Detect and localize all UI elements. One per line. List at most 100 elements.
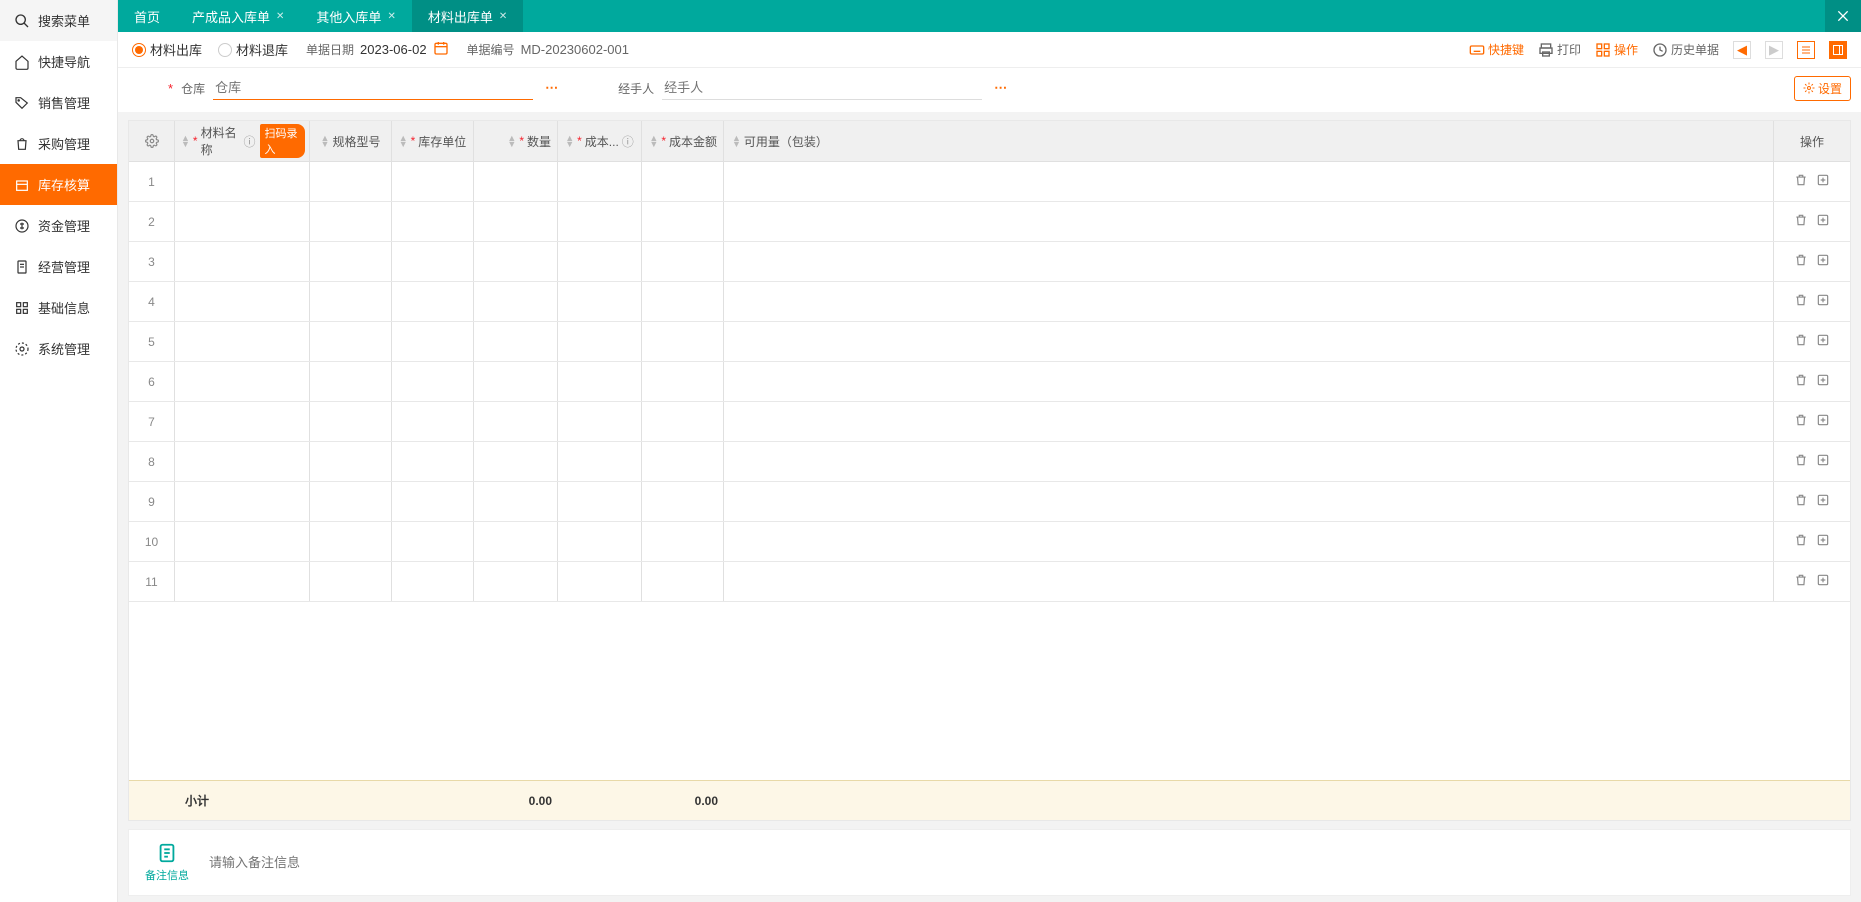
tabs-close-all-button[interactable] [1825,0,1861,32]
amount-header[interactable]: ▲▼ * 成本金额 [642,121,724,161]
spec-header[interactable]: ▲▼ 规格型号 [310,121,392,161]
cell-qty[interactable] [474,522,558,561]
add-row-icon[interactable] [1816,533,1830,550]
cell-qty[interactable] [474,322,558,361]
cell-amount[interactable] [642,322,724,361]
delete-row-icon[interactable] [1794,493,1808,510]
cell-cost[interactable] [558,442,642,481]
cell-cost[interactable] [558,482,642,521]
table-row[interactable]: 6 [129,362,1850,402]
cell-avail[interactable] [724,162,1774,201]
cell-cost[interactable] [558,402,642,441]
sidebar-item-1[interactable]: 销售管理 [0,82,117,123]
tab-2[interactable]: 其他入库单✕ [300,0,411,32]
sidebar-item-6[interactable]: 基础信息 [0,287,117,328]
cell-avail[interactable] [724,362,1774,401]
table-row[interactable]: 4 [129,282,1850,322]
add-row-icon[interactable] [1816,493,1830,510]
cell-name[interactable] [175,242,310,281]
delete-row-icon[interactable] [1794,413,1808,430]
add-row-icon[interactable] [1816,213,1830,230]
sidebar-item-5[interactable]: 经营管理 [0,246,117,287]
cell-spec[interactable] [310,442,392,481]
panel-button[interactable] [1829,41,1847,59]
delete-row-icon[interactable] [1794,573,1808,590]
cell-name[interactable] [175,562,310,601]
handler-input[interactable] [662,76,982,100]
delete-row-icon[interactable] [1794,333,1808,350]
cell-qty[interactable] [474,202,558,241]
cell-name[interactable] [175,482,310,521]
cell-avail[interactable] [724,202,1774,241]
tab-1[interactable]: 产成品入库单✕ [176,0,300,32]
help-icon[interactable]: ⓘ [243,133,255,150]
cell-unit[interactable] [392,282,474,321]
cell-avail[interactable] [724,402,1774,441]
table-row[interactable]: 2 [129,202,1850,242]
table-row[interactable]: 7 [129,402,1850,442]
cell-cost[interactable] [558,522,642,561]
unit-header[interactable]: ▲▼ * 库存单位 [392,121,474,161]
delete-row-icon[interactable] [1794,293,1808,310]
doc-date-field[interactable]: 单据日期 2023-06-02 [306,40,449,59]
cell-unit[interactable] [392,242,474,281]
table-row[interactable]: 10 [129,522,1850,562]
sort-icon[interactable]: ▲▼ [399,135,408,147]
scan-badge[interactable]: 扫码录入 [260,124,305,158]
cell-spec[interactable] [310,202,392,241]
remark-input[interactable] [209,855,1834,870]
cell-qty[interactable] [474,442,558,481]
cell-unit[interactable] [392,442,474,481]
cell-amount[interactable] [642,362,724,401]
cell-qty[interactable] [474,282,558,321]
warehouse-input[interactable] [213,76,533,100]
table-row[interactable]: 1 [129,162,1850,202]
delete-row-icon[interactable] [1794,213,1808,230]
sidebar-item-0[interactable]: 快捷导航 [0,41,117,82]
cell-spec[interactable] [310,362,392,401]
tab-close-icon[interactable]: ✕ [276,11,284,22]
cell-amount[interactable] [642,282,724,321]
cell-qty[interactable] [474,562,558,601]
gear-column-header[interactable] [129,121,175,161]
sort-icon[interactable]: ▲▼ [507,135,516,147]
cell-amount[interactable] [642,402,724,441]
cell-name[interactable] [175,362,310,401]
available-header[interactable]: ▲▼ 可用量（包装） [724,121,1774,161]
cell-avail[interactable] [724,482,1774,521]
qty-header[interactable]: ▲▼ * 数量 [474,121,558,161]
cell-cost[interactable] [558,242,642,281]
tab-3[interactable]: 材料出库单✕ [412,0,523,32]
cell-name[interactable] [175,162,310,201]
help-icon[interactable]: ⓘ [622,133,634,150]
cell-avail[interactable] [724,562,1774,601]
operate-link[interactable]: 操作 [1595,41,1638,58]
cell-name[interactable] [175,322,310,361]
cell-avail[interactable] [724,322,1774,361]
cell-avail[interactable] [724,522,1774,561]
table-row[interactable]: 9 [129,482,1850,522]
add-row-icon[interactable] [1816,173,1830,190]
sidebar-item-3[interactable]: 库存核算 [0,164,117,205]
sidebar-item-2[interactable]: 采购管理 [0,123,117,164]
sidebar-item-7[interactable]: 系统管理 [0,328,117,369]
cell-unit[interactable] [392,162,474,201]
print-link[interactable]: 打印 [1538,41,1581,58]
sort-icon[interactable]: ▲▼ [565,135,574,147]
cell-spec[interactable] [310,282,392,321]
cell-unit[interactable] [392,322,474,361]
tab-close-icon[interactable]: ✕ [499,11,507,22]
cell-name[interactable] [175,522,310,561]
table-row[interactable]: 8 [129,442,1850,482]
cell-amount[interactable] [642,482,724,521]
add-row-icon[interactable] [1816,573,1830,590]
cell-amount[interactable] [642,562,724,601]
radio-return[interactable]: 材料退库 [218,40,288,59]
table-row[interactable]: 5 [129,322,1850,362]
add-row-icon[interactable] [1816,373,1830,390]
cell-spec[interactable] [310,562,392,601]
radio-outbound[interactable]: 材料出库 [132,40,202,59]
cell-qty[interactable] [474,162,558,201]
sidebar-item-4[interactable]: 资金管理 [0,205,117,246]
cell-spec[interactable] [310,162,392,201]
